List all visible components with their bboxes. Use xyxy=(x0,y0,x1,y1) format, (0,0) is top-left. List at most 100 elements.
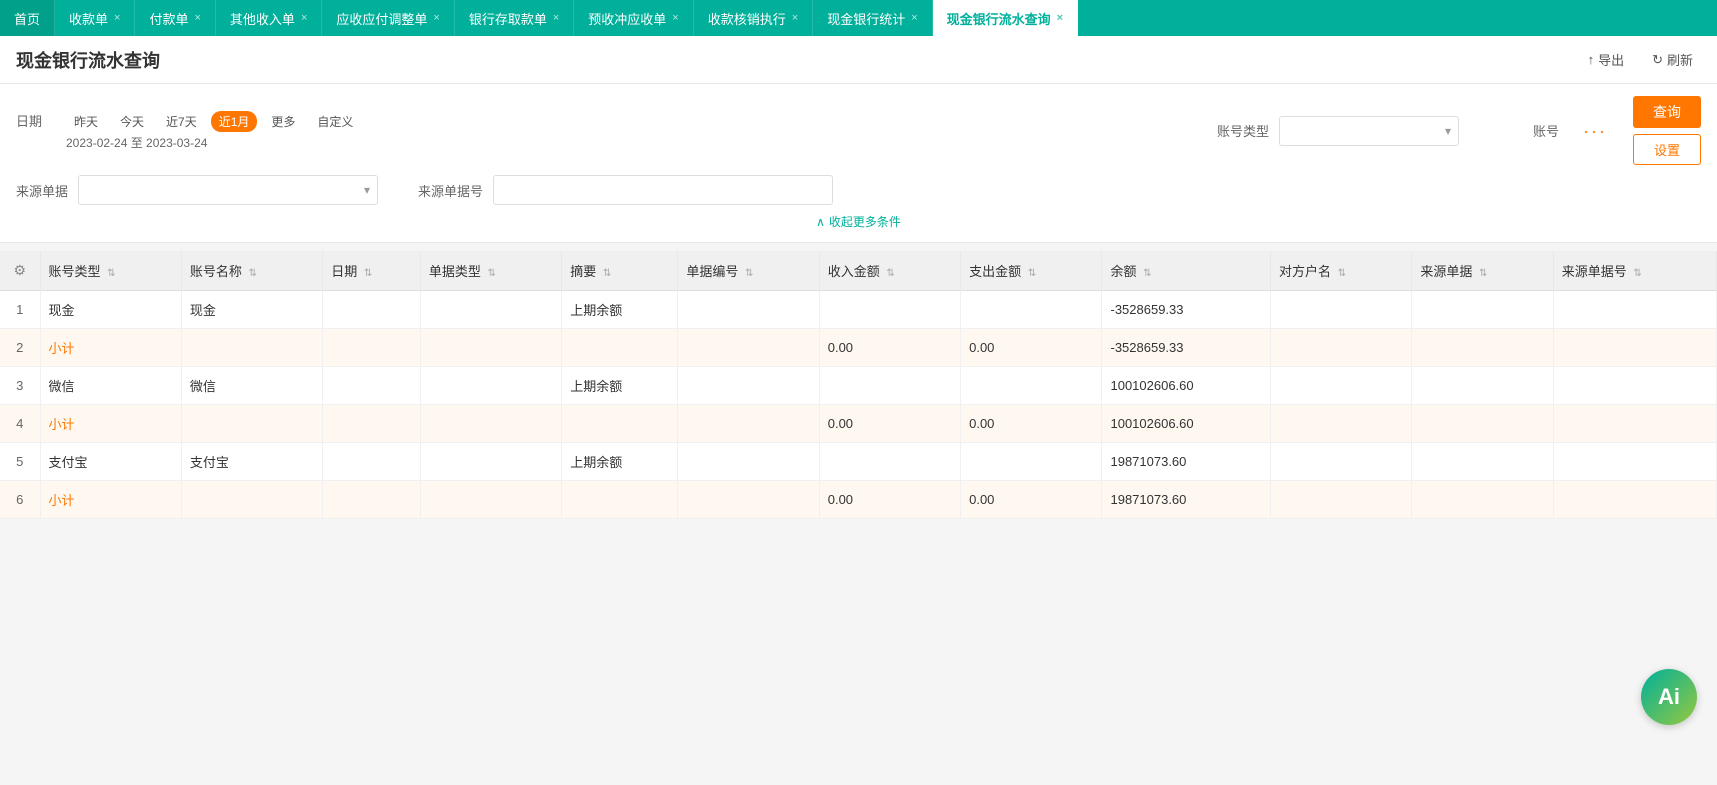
td-num: 3 xyxy=(0,367,40,405)
sort-expense-icon[interactable]: ⇅ xyxy=(1028,268,1036,279)
table-row[interactable]: 5支付宝支付宝上期余额19871073.60 xyxy=(0,443,1717,481)
table-row[interactable]: 6小计0.000.0019871073.60 xyxy=(0,481,1717,519)
td-income xyxy=(819,443,960,481)
sort-doc-type-icon[interactable]: ⇅ xyxy=(488,268,496,279)
td-date xyxy=(323,329,421,367)
tab-close-icon[interactable]: × xyxy=(792,12,798,24)
export-button[interactable]: ↑ 导出 xyxy=(1580,46,1633,73)
td-source-doc-no xyxy=(1553,367,1716,405)
sort-balance-icon[interactable]: ⇅ xyxy=(1143,268,1151,279)
td-income: 0.00 xyxy=(819,329,960,367)
td-source-doc-no xyxy=(1553,291,1716,329)
sort-account-type-icon[interactable]: ⇅ xyxy=(107,268,115,279)
tab-close-icon[interactable]: × xyxy=(194,12,200,24)
th-summary: 摘要 ⇅ xyxy=(562,251,678,291)
nav-tab-yinhangcunqu[interactable]: 银行存取款单 × xyxy=(455,0,574,36)
settings-button[interactable]: 设置 xyxy=(1633,134,1701,165)
nav-home[interactable]: 首页 xyxy=(0,0,55,36)
table-row[interactable]: 1现金现金上期余额-3528659.33 xyxy=(0,291,1717,329)
sort-account-name-icon[interactable]: ⇅ xyxy=(249,268,257,279)
tab-close-icon[interactable]: × xyxy=(301,12,307,24)
tab-close-icon[interactable]: × xyxy=(433,12,439,24)
nav-tab-shoukuanxiaoxiao[interactable]: 收款核销执行 × xyxy=(694,0,813,36)
tab-close-icon[interactable]: × xyxy=(114,12,120,24)
sort-income-icon[interactable]: ⇅ xyxy=(886,268,894,279)
th-doc-type: 单据类型 ⇅ xyxy=(420,251,561,291)
td-income: 0.00 xyxy=(819,481,960,519)
tab-close-icon[interactable]: × xyxy=(672,12,678,24)
td-balance: -3528659.33 xyxy=(1102,329,1271,367)
sort-doc-no-icon[interactable]: ⇅ xyxy=(745,268,753,279)
td-account-type: 小计 xyxy=(40,481,181,519)
td-doc-type xyxy=(420,291,561,329)
tab-label: 应收应付调整单 xyxy=(336,9,427,28)
account-type-select[interactable] xyxy=(1279,116,1459,146)
nav-tab-qitashouru[interactable]: 其他收入单 × xyxy=(216,0,322,36)
nav-tab-shoukuandan[interactable]: 收款单 × xyxy=(55,0,135,36)
nav-tab-yingshouyingfu[interactable]: 应收应付调整单 × xyxy=(322,0,454,36)
sort-source-doc-no-icon[interactable]: ⇅ xyxy=(1633,268,1641,279)
td-doc-no xyxy=(678,443,819,481)
nav-tab-xianjinyinhang[interactable]: 现金银行统计 × xyxy=(813,0,932,36)
refresh-label: 刷新 xyxy=(1667,50,1693,69)
query-button[interactable]: 查询 xyxy=(1633,96,1701,128)
td-income xyxy=(819,367,960,405)
sort-source-doc-icon[interactable]: ⇅ xyxy=(1479,268,1487,279)
date-opt-custom[interactable]: 自定义 xyxy=(309,111,361,132)
nav-tab-yushouying[interactable]: 预收冲应收单 × xyxy=(574,0,693,36)
th-source-doc-no: 来源单据号 ⇅ xyxy=(1553,251,1716,291)
sort-date-icon[interactable]: ⇅ xyxy=(364,268,372,279)
td-account-type: 小计 xyxy=(40,329,181,367)
sort-counterpart-icon[interactable]: ⇅ xyxy=(1338,268,1346,279)
collapse-bar: ∧ 收起更多条件 xyxy=(16,213,1701,230)
td-doc-type xyxy=(420,329,561,367)
th-account-type: 账号类型 ⇅ xyxy=(40,251,181,291)
tab-close-icon[interactable]: × xyxy=(911,12,917,24)
td-counterpart xyxy=(1270,405,1411,443)
refresh-button[interactable]: ↻ 刷新 xyxy=(1644,46,1701,73)
main-table: ⚙ 账号类型 ⇅ 账号名称 ⇅ 日期 ⇅ 单据类型 ⇅ xyxy=(0,251,1717,519)
source-doc-group: 来源单据 xyxy=(16,175,378,205)
th-balance: 余额 ⇅ xyxy=(1102,251,1271,291)
td-num: 2 xyxy=(0,329,40,367)
table-row[interactable]: 4小计0.000.00100102606.60 xyxy=(0,405,1717,443)
th-counterpart: 对方户名 ⇅ xyxy=(1270,251,1411,291)
date-label: 日期 xyxy=(16,111,56,130)
th-gear: ⚙ xyxy=(0,251,40,291)
td-expense: 0.00 xyxy=(961,481,1102,519)
ai-badge-label: Ai xyxy=(1658,684,1680,710)
table-row[interactable]: 2小计0.000.00-3528659.33 xyxy=(0,329,1717,367)
td-summary: 上期余额 xyxy=(562,443,678,481)
td-account-name: 微信 xyxy=(181,367,322,405)
nav-tab-fukuandan[interactable]: 付款单 × xyxy=(135,0,215,36)
sort-summary-icon[interactable]: ⇅ xyxy=(603,268,611,279)
filter-area: 日期 昨天 今天 近7天 近1月 更多 自定义 2023-02-24 至 202… xyxy=(0,84,1717,243)
td-balance: -3528659.33 xyxy=(1102,291,1271,329)
gear-icon[interactable]: ⚙ xyxy=(13,262,26,279)
table-row[interactable]: 3微信微信上期余额100102606.60 xyxy=(0,367,1717,405)
account-more-icon[interactable]: ··· xyxy=(1583,122,1607,140)
ai-badge[interactable]: Ai xyxy=(1641,669,1697,725)
tab-close-icon[interactable]: × xyxy=(1057,12,1063,24)
td-num: 6 xyxy=(0,481,40,519)
collapse-button[interactable]: ∧ 收起更多条件 xyxy=(816,213,901,230)
td-expense xyxy=(961,367,1102,405)
td-source-doc xyxy=(1412,443,1553,481)
tab-close-icon[interactable]: × xyxy=(553,12,559,24)
date-opt-7days[interactable]: 近7天 xyxy=(158,111,205,132)
date-opt-yesterday[interactable]: 昨天 xyxy=(66,111,106,132)
source-doc-no-input[interactable] xyxy=(493,175,833,205)
td-account-type: 支付宝 xyxy=(40,443,181,481)
tab-label: 收款单 xyxy=(69,9,108,28)
date-opt-today[interactable]: 今天 xyxy=(112,111,152,132)
td-source-doc xyxy=(1412,291,1553,329)
source-doc-select[interactable] xyxy=(78,175,378,205)
td-source-doc xyxy=(1412,329,1553,367)
td-counterpart xyxy=(1270,481,1411,519)
date-opt-1month[interactable]: 近1月 xyxy=(211,111,258,132)
tab-label: 预收冲应收单 xyxy=(588,9,666,28)
td-account-type: 现金 xyxy=(40,291,181,329)
td-expense xyxy=(961,443,1102,481)
nav-tab-liushui[interactable]: 现金银行流水查询 × xyxy=(933,0,1078,36)
date-opt-more[interactable]: 更多 xyxy=(263,111,303,132)
